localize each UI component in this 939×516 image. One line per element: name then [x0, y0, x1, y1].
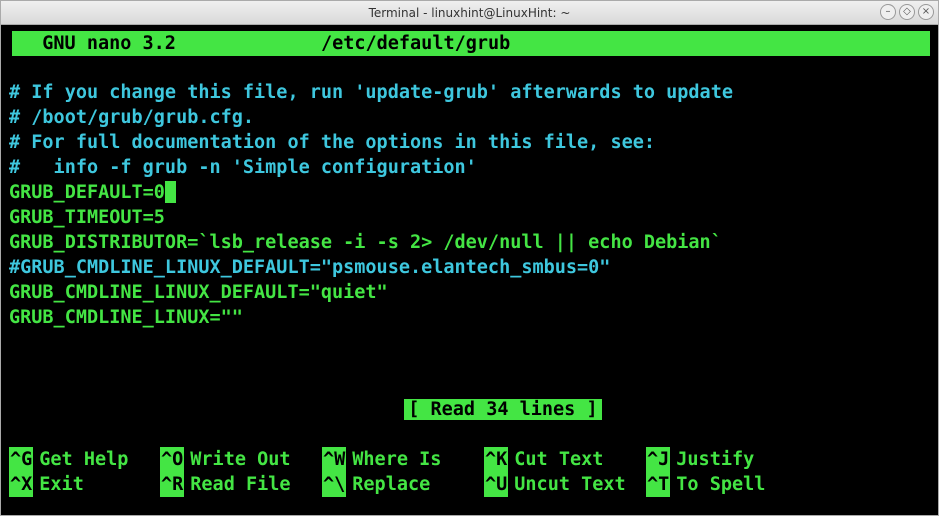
shortcut-label: To Spell: [670, 472, 765, 497]
shortcut-key: ^W: [322, 447, 346, 472]
terminal-viewport[interactable]: GNU nano 3.2 /etc/default/grub # If you …: [1, 25, 938, 515]
shortcut-label: Replace: [346, 472, 430, 497]
shortcut-item[interactable]: ^GGet Help: [9, 447, 160, 472]
shortcut-key: ^O: [160, 447, 184, 472]
shortcut-item[interactable]: ^RRead File: [160, 472, 322, 497]
shortcut-label: Uncut Text: [508, 472, 625, 497]
shortcut-item[interactable]: ^XExit: [9, 472, 160, 497]
window-controls: – ◇ ×: [880, 4, 934, 20]
shortcut-key: ^K: [484, 447, 508, 472]
nano-header: GNU nano 3.2 /etc/default/grub: [9, 31, 930, 56]
shortcut-label: Read File: [184, 472, 290, 497]
close-button[interactable]: ×: [918, 4, 934, 20]
editor-line[interactable]: # For full documentation of the options …: [9, 130, 930, 155]
shortcut-key: ^X: [9, 472, 33, 497]
shortcut-label: Cut Text: [508, 447, 603, 472]
shortcut-item[interactable]: ^WWhere Is: [322, 447, 484, 472]
shortcut-key: ^R: [160, 472, 184, 497]
window-titlebar: Terminal - linuxhint@LinuxHint: ~ – ◇ ×: [1, 1, 938, 25]
shortcut-key: ^U: [484, 472, 508, 497]
nano-app-version: GNU nano 3.2: [20, 31, 176, 56]
shortcut-row: ^XExit^RRead File^\Replace^UUncut Text^T…: [9, 472, 930, 497]
editor-line[interactable]: GRUB_CMDLINE_LINUX="": [9, 305, 930, 330]
shortcut-item[interactable]: ^TTo Spell: [646, 472, 796, 497]
shortcut-label: Justify: [670, 447, 754, 472]
editor-line[interactable]: GRUB_CMDLINE_LINUX_DEFAULT="quiet": [9, 280, 930, 305]
nano-filename: /etc/default/grub: [176, 31, 922, 56]
nano-status-text: [ Read 34 lines ]: [404, 399, 601, 420]
window-title: Terminal - linuxhint@LinuxHint: ~: [369, 6, 571, 20]
shortcut-label: Write Out: [184, 447, 290, 472]
shortcut-item[interactable]: ^UUncut Text: [484, 472, 646, 497]
shortcut-row: ^GGet Help^OWrite Out^WWhere Is^KCut Tex…: [9, 447, 930, 472]
shortcut-label: Where Is: [346, 447, 441, 472]
shortcut-key: ^\: [322, 472, 346, 497]
minimize-button[interactable]: –: [880, 4, 896, 20]
editor-line[interactable]: GRUB_DISTRIBUTOR=`lsb_release -i -s 2> /…: [9, 230, 930, 255]
shortcut-label: Exit: [33, 472, 84, 497]
nano-status-bar: [ Read 34 lines ]: [9, 372, 930, 447]
shortcut-label: Get Help: [33, 447, 128, 472]
editor-line[interactable]: # If you change this file, run 'update-g…: [9, 80, 930, 105]
editor-line[interactable]: #GRUB_CMDLINE_LINUX_DEFAULT="psmouse.ela…: [9, 255, 930, 280]
editor-line[interactable]: GRUB_DEFAULT=0: [9, 180, 930, 205]
editor-line[interactable]: # /boot/grub/grub.cfg.: [9, 105, 930, 130]
shortcut-item[interactable]: ^OWrite Out: [160, 447, 322, 472]
shortcut-item[interactable]: ^KCut Text: [484, 447, 646, 472]
terminal-window: Terminal - linuxhint@LinuxHint: ~ – ◇ × …: [0, 0, 939, 516]
shortcut-item[interactable]: ^\Replace: [322, 472, 484, 497]
editor-content[interactable]: # If you change this file, run 'update-g…: [9, 80, 930, 330]
shortcut-item[interactable]: ^JJustify: [646, 447, 796, 472]
editor-line[interactable]: GRUB_TIMEOUT=5: [9, 205, 930, 230]
text-cursor: [165, 181, 176, 203]
nano-shortcuts: ^GGet Help^OWrite Out^WWhere Is^KCut Tex…: [9, 447, 930, 497]
shortcut-key: ^J: [646, 447, 670, 472]
maximize-button[interactable]: ◇: [899, 4, 915, 20]
shortcut-key: ^T: [646, 472, 670, 497]
shortcut-key: ^G: [9, 447, 33, 472]
editor-line[interactable]: # info -f grub -n 'Simple configuration': [9, 155, 930, 180]
